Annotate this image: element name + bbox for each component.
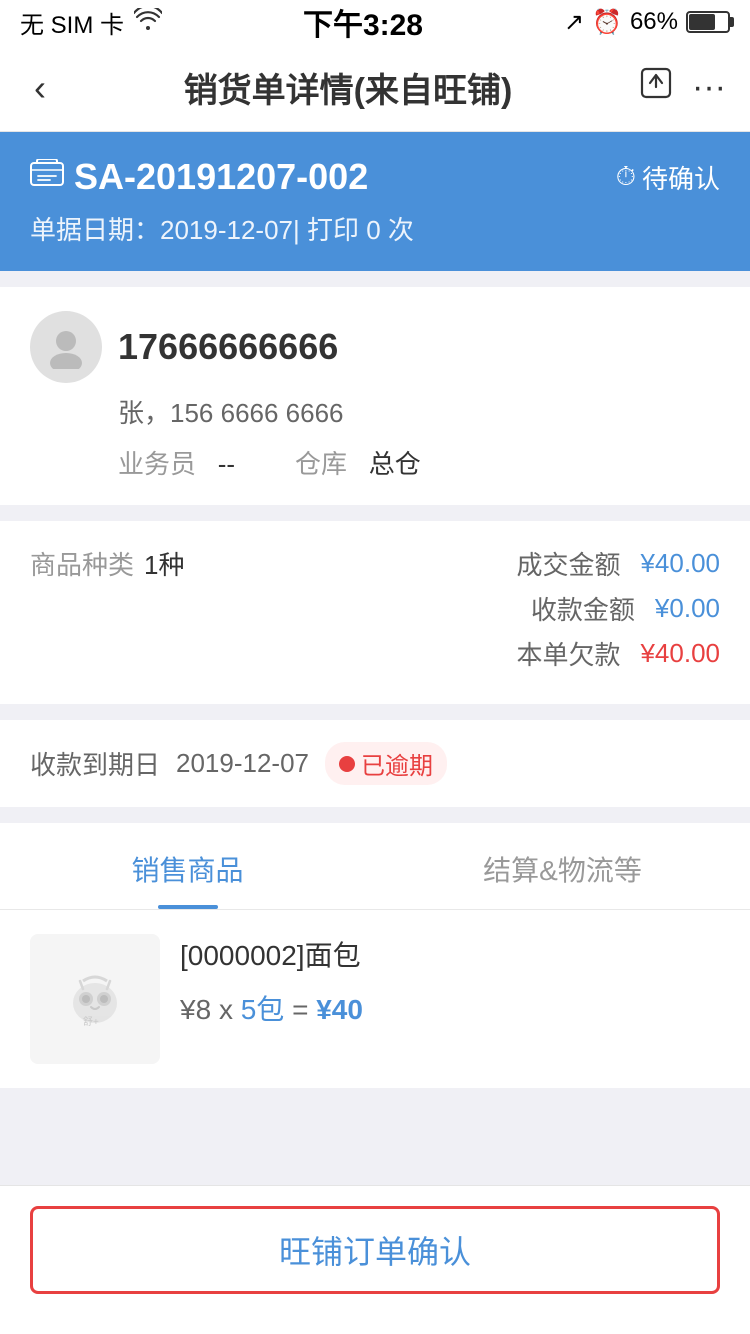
overdue-text: 已逾期	[361, 746, 433, 781]
customer-phone: 17666666666	[118, 326, 338, 368]
product-price-calc: ¥8 x 5包 = ¥40	[180, 988, 720, 1028]
customer-card: 17666666666 张，156 6666 6666 业务员 -- 仓库 总仓	[0, 287, 750, 505]
order-date: 单据日期：2019-12-07| 打印 0 次	[30, 210, 720, 247]
order-id: SA-20191207-002	[30, 156, 368, 198]
more-button[interactable]: ···	[692, 68, 726, 107]
summary-right: 成交金额 ¥40.00 收款金额 ¥0.00 本单欠款 ¥40.00	[375, 545, 720, 680]
received-value: ¥0.00	[655, 593, 720, 624]
share-button[interactable]	[640, 67, 672, 108]
overdue-dot-icon	[339, 756, 355, 772]
status-right: ↗ ⏰ 66%	[564, 8, 730, 37]
tab-sales-products[interactable]: 销售商品	[0, 823, 375, 909]
customer-name: 张，156 6666 6666	[118, 393, 720, 430]
confirm-wangpu-button[interactable]: 旺铺订单确认	[30, 1206, 720, 1294]
location-icon: ↗	[564, 8, 584, 37]
nav-actions: ···	[640, 67, 726, 108]
order-status: ⏱ 待确认	[616, 159, 720, 196]
order-icon	[30, 156, 64, 198]
customer-avatar	[30, 311, 102, 383]
carrier-text: 无 SIM 卡	[20, 5, 124, 40]
due-card: 收款到期日 2019-12-07 已逾期	[0, 720, 750, 807]
product-info: [0000002]面包 ¥8 x 5包 = ¥40	[180, 934, 720, 1028]
battery-text: 66%	[630, 8, 678, 36]
summary-card: 商品种类 1种 成交金额 ¥40.00 收款金额 ¥0.00 本单欠款 ¥40.…	[0, 521, 750, 704]
amount-label: 成交金额	[516, 545, 620, 582]
amount-value: ¥40.00	[640, 548, 720, 579]
battery-icon	[686, 11, 730, 33]
header-card: SA-20191207-002 ⏱ 待确认 单据日期：2019-12-07| 打…	[0, 132, 750, 271]
status-time-icon: ⏱	[616, 161, 636, 193]
alarm-icon: ⏰	[592, 8, 622, 37]
bottom-bar: 旺铺订单确认	[0, 1185, 750, 1334]
status-time: 下午3:28	[303, 0, 423, 44]
warehouse-label: 仓库	[295, 449, 347, 479]
product-total: ¥40	[316, 994, 363, 1025]
status-bar: 无 SIM 卡 下午3:28 ↗ ⏰ 66%	[0, 0, 750, 44]
back-button[interactable]: ‹	[24, 57, 56, 119]
customer-meta: 业务员 -- 仓库 总仓	[118, 444, 720, 481]
product-card: 舒+ [0000002]面包 ¥8 x 5包 = ¥40	[0, 910, 750, 1088]
wifi-icon	[134, 8, 162, 37]
status-left: 无 SIM 卡	[20, 5, 162, 40]
overdue-badge: 已逾期	[325, 742, 447, 785]
due-date: 2019-12-07	[176, 748, 309, 779]
due-label: 收款到期日	[30, 745, 160, 782]
svg-text:舒+: 舒+	[83, 1015, 99, 1028]
sales-rep-label: 业务员	[118, 449, 196, 479]
sales-rep-value: --	[218, 449, 235, 479]
summary-left: 商品种类 1种	[30, 545, 375, 582]
product-name: [0000002]面包	[180, 934, 720, 974]
product-quantity: 5包	[241, 994, 285, 1025]
warehouse-value: 总仓	[369, 449, 421, 479]
product-thumbnail: 舒+	[30, 934, 160, 1064]
page-title: 销货单详情(来自旺铺)	[184, 63, 513, 112]
owed-label: 本单欠款	[516, 635, 620, 672]
received-label: 收款金额	[531, 590, 635, 627]
owed-value: ¥40.00	[640, 638, 720, 669]
tabs-bar: 销售商品 结算&物流等	[0, 823, 750, 910]
tab-settlement[interactable]: 结算&物流等	[375, 823, 750, 909]
nav-bar: ‹ 销货单详情(来自旺铺) ···	[0, 44, 750, 132]
